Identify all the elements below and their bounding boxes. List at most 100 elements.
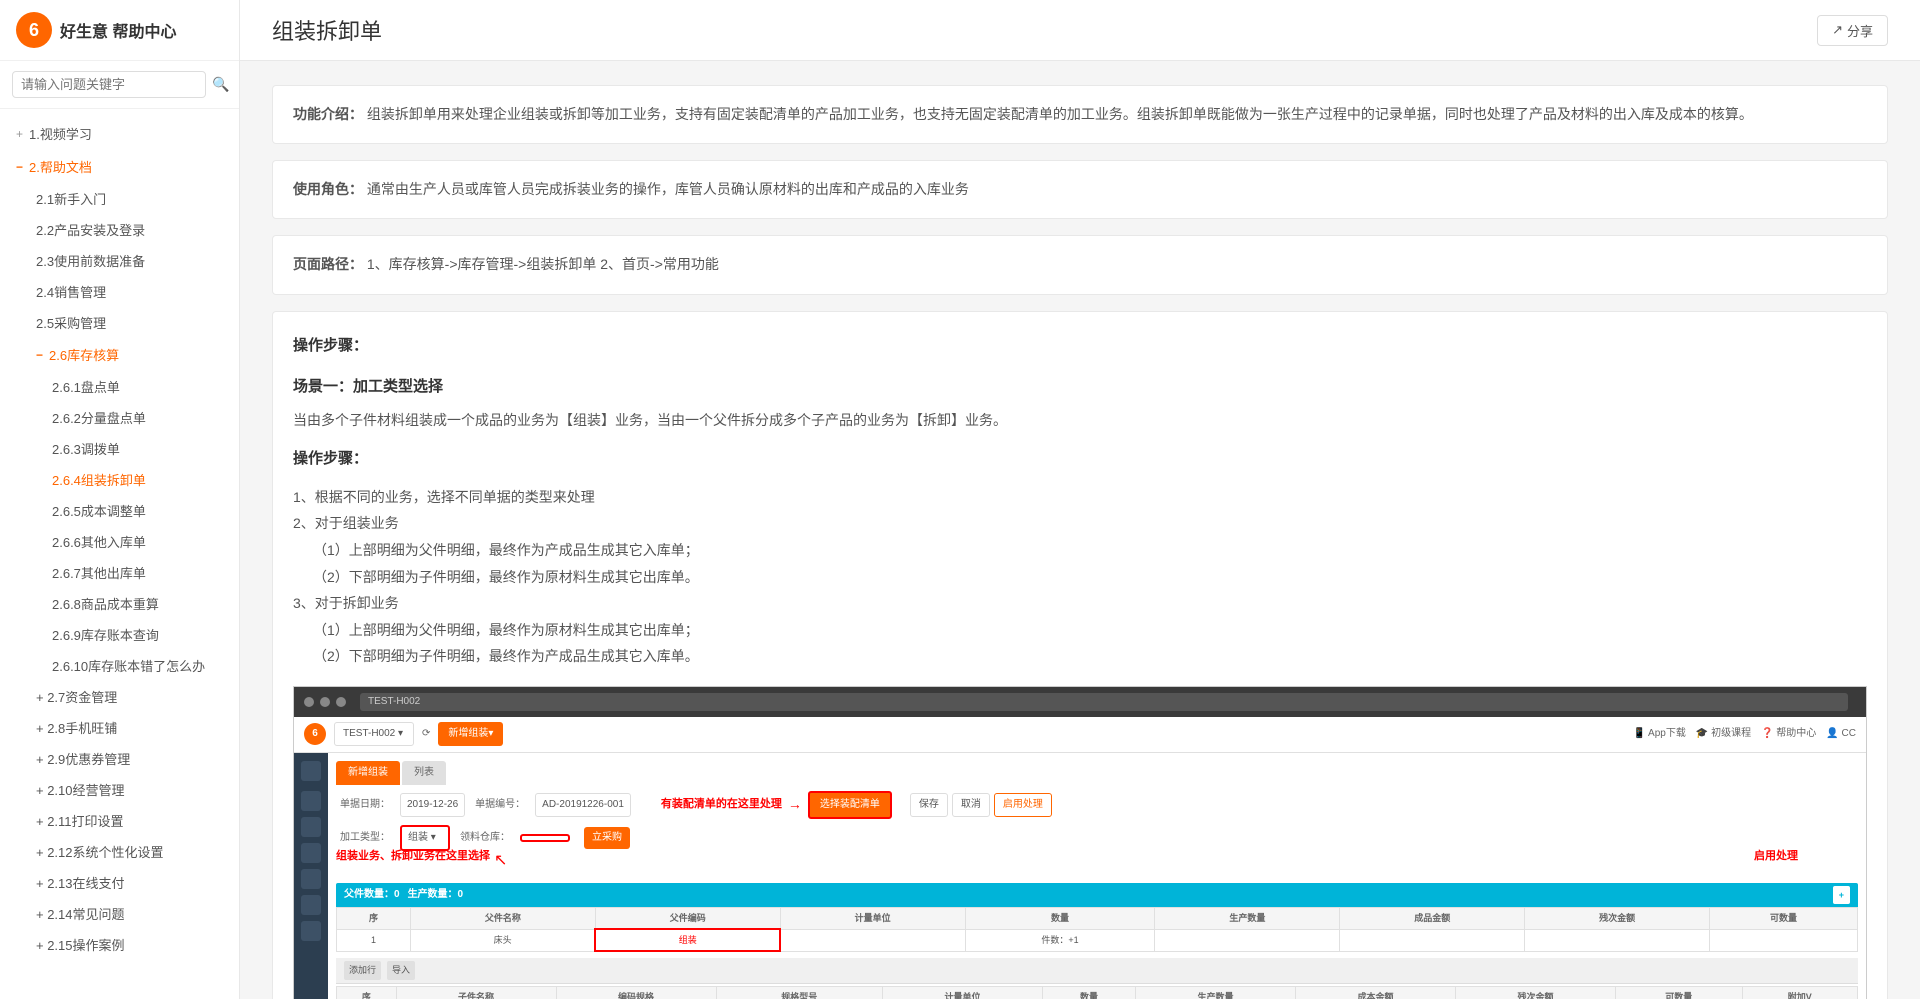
process-btn[interactable]: 启用处理	[994, 793, 1052, 817]
sidebar-item-2-13[interactable]: + 2.13在线支付	[20, 867, 239, 898]
annotation-1-text: 有装配清单的在这里处理	[661, 795, 782, 815]
step-3-1: （1）上部明细为父件明细，最终作为原材料生成其它出库单；	[313, 617, 1867, 644]
sidebar-item-2-6-4[interactable]: 2.6.4组装拆卸单	[36, 464, 239, 495]
search-icon[interactable]: 🔍	[212, 76, 229, 93]
form-date-value: 2019-12-26	[400, 793, 465, 817]
type-value: 组装 ▾	[408, 832, 436, 843]
sidebar-item-2-15[interactable]: + 2.15操作案例	[20, 929, 239, 960]
upper-add-btn[interactable]: +	[1833, 886, 1850, 904]
tab-assembly[interactable]: 新增组装	[336, 761, 400, 785]
search-input[interactable]	[12, 71, 206, 98]
sidenav-icon-2	[301, 817, 321, 837]
app-right-icons: 📱 App下载 🎓 初级课程 ❓ 帮助中心 👤 CC	[1633, 725, 1856, 743]
sidebar-item-label: 2.帮助文档	[29, 157, 92, 176]
sidebar-item-2-6-6[interactable]: 2.6.6其他入库单	[36, 526, 239, 557]
tab-list[interactable]: 列表	[402, 761, 446, 785]
sidebar-item-2-6-7[interactable]: 2.6.7其他出库单	[36, 557, 239, 588]
sidebar-item-2-6-label: 2.6库存核算	[49, 345, 119, 364]
main-content: 组装拆卸单 ↗ 分享 功能介绍： 组装拆卸单用来处理企业组装或拆卸等加工业务，支…	[240, 0, 1920, 999]
minus-icon: −	[16, 160, 23, 174]
path-text: 1、库存核算->库存管理->组装拆卸单 2、首页->常用功能	[367, 256, 719, 272]
step-2-1: （1）上部明细为父件明细，最终作为产成品生成其它入库单；	[313, 537, 1867, 564]
sidebar-item-2-6-3[interactable]: 2.6.3调拨单	[36, 433, 239, 464]
app-avatar: 👤 CC	[1826, 725, 1856, 743]
step-1: 1、根据不同的业务，选择不同单据的类型来处理	[293, 484, 1867, 511]
content-area: 功能介绍： 组装拆卸单用来处理企业组装或拆卸等加工业务，支持有固定装配清单的产品…	[240, 61, 1920, 999]
sidebar-item-2-1[interactable]: 2.1新手入门	[20, 183, 239, 214]
lower-add-btn[interactable]: 添加行	[344, 961, 381, 979]
confirm-btn[interactable]: 立采购	[584, 827, 630, 849]
sidebar-item-2-7[interactable]: + 2.7资金管理	[20, 681, 239, 712]
sidebar-item-2-6-5[interactable]: 2.6.5成本调整单	[36, 495, 239, 526]
upper-section-label: 父件数量：0	[344, 886, 400, 904]
app-header: 6 TEST-H002 ▾ ⟳ 新增组装▾ 📱 App下载 🎓 初级课程 ❓ 帮…	[294, 717, 1866, 753]
form-row-2: 加工类型： 组装 ▾ 领料仓库： 立采购 组装业务、拆卸业务在这	[336, 825, 1858, 851]
type-label: 加工类型：	[340, 829, 390, 847]
app-logo: 6	[16, 12, 52, 48]
app-icon-1: 📱 App下载	[1633, 725, 1685, 743]
search-box[interactable]: 🔍	[0, 61, 239, 109]
lower-import-btn[interactable]: 导入	[387, 961, 415, 979]
sidebar-item-2-6-10[interactable]: 2.6.10库存账本错了怎么办	[36, 650, 239, 681]
sidebar-item-2-2[interactable]: 2.2产品安装及登录	[20, 214, 239, 245]
sidebar-item-2-9[interactable]: + 2.9优惠券管理	[20, 743, 239, 774]
nav-tree: + 1.视频学习 − 2.帮助文档 2.1新手入门 2.2产品安装及登录 2.3…	[0, 109, 239, 999]
upper-table-header: 父件数量：0 生产数量：0 +	[336, 883, 1858, 907]
refresh-icon: ⟳	[422, 725, 430, 743]
select-bom-btn[interactable]: 选择装配清单	[808, 791, 892, 819]
page-title: 组装拆卸单	[272, 14, 382, 46]
role-text: 通常由生产人员或库管人员完成拆装业务的操作，库管人员确认原材料的出库和产成品的入…	[367, 181, 969, 197]
annotation-3-text: 启用处理	[1754, 850, 1798, 862]
form-actions: 保存 取消 启用处理	[910, 793, 1052, 817]
sidebar-item-docs[interactable]: − 2.帮助文档	[0, 150, 239, 183]
func-intro-text: 组装拆卸单用来处理企业组装或拆卸等加工业务，支持有固定装配清单的产品加工业务，也…	[367, 106, 1753, 122]
sidebar-item-2-8[interactable]: + 2.8手机旺铺	[20, 712, 239, 743]
app-shop-select: TEST-H002 ▾	[334, 722, 414, 746]
sidenav-home	[301, 761, 321, 781]
sidebar-item-2-6-9[interactable]: 2.6.9库存账本查询	[36, 619, 239, 650]
annotation-spacer	[336, 859, 1858, 883]
sidebar-item-2-14[interactable]: + 2.14常见问题	[20, 898, 239, 929]
sidebar-item-label: 1.视频学习	[29, 124, 92, 143]
warehouse-field[interactable]	[520, 834, 570, 842]
warehouse-label: 领料仓库：	[460, 829, 510, 847]
scenario-title: 场景一：加工类型选择	[293, 373, 1867, 400]
add-assembly-btn[interactable]: 新增组装▾	[438, 722, 503, 746]
sidebar-item-2-10[interactable]: + 2.10经营管理	[20, 774, 239, 805]
sidebar-item-2-6-2[interactable]: 2.6.2分量盘点单	[36, 402, 239, 433]
upper-table: 序 父件名称 父件编码 计量单位 数量 生产数量 成品金额 残次金额 可数量	[336, 907, 1858, 952]
browser-dot-1	[304, 697, 314, 707]
annotation-1-group: 有装配清单的在这里处理 → 选择装配清单	[661, 791, 892, 819]
save-btn[interactable]: 保存	[910, 793, 948, 817]
sidenav-icon-6	[301, 921, 321, 941]
app-logo-ss: 6	[304, 723, 326, 745]
share-button[interactable]: ↗ 分享	[1817, 15, 1888, 46]
sidebar-item-2-6-1[interactable]: 2.6.1盘点单	[36, 371, 239, 402]
path-block: 页面路径： 1、库存核算->库存管理->组装拆卸单 2、首页->常用功能	[272, 235, 1888, 294]
sidebar-item-2-12[interactable]: + 2.12系统个性化设置	[20, 836, 239, 867]
app-icon-3: ❓ 帮助中心	[1761, 725, 1816, 743]
lower-table-toolbar: 添加行 导入	[336, 958, 1858, 983]
sidebar-item-video[interactable]: + 1.视频学习	[0, 117, 239, 150]
annotation-2-arrow: ↖	[494, 847, 507, 876]
lower-section-wrap: 添加行 导入 序 子件名称 编码规格 规	[336, 958, 1858, 999]
sub-nav-docs: 2.1新手入门 2.2产品安装及登录 2.3使用前数据准备 2.4销售管理 2.…	[0, 183, 239, 960]
sidenav-icon-1	[301, 791, 321, 811]
role-block: 使用角色： 通常由生产人员或库管人员完成拆装业务的操作，库管人员确认原材料的出库…	[272, 160, 1888, 219]
share-label: 分享	[1847, 21, 1873, 40]
scenario-desc: 当由多个子件材料组装成一个成品的业务为【组装】业务，当由一个父件拆分成多个子产品…	[293, 408, 1867, 433]
sidebar-item-2-4[interactable]: 2.4销售管理	[20, 276, 239, 307]
sidebar-item-2-3[interactable]: 2.3使用前数据准备	[20, 245, 239, 276]
sidenav-icon-4	[301, 869, 321, 889]
ops-title: 操作步骤：	[293, 332, 1867, 359]
form-orderno-label: 单据编号：	[475, 796, 525, 814]
cancel-btn[interactable]: 取消	[952, 793, 990, 817]
step-3-2: （2）下部明细为子件明细，最终作为产成品生成其它入库单。	[313, 643, 1867, 670]
app-refresh: ⟳	[422, 725, 430, 743]
sidebar-item-2-5[interactable]: 2.5采购管理	[20, 307, 239, 338]
minus-icon-2: −	[36, 348, 43, 362]
sidebar-item-2-6-8[interactable]: 2.6.8商品成本重算	[36, 588, 239, 619]
sidebar-item-2-6[interactable]: − 2.6库存核算	[20, 338, 239, 371]
sidebar-item-2-11[interactable]: + 2.11打印设置	[20, 805, 239, 836]
step-3: 3、对于拆卸业务	[293, 590, 1867, 617]
